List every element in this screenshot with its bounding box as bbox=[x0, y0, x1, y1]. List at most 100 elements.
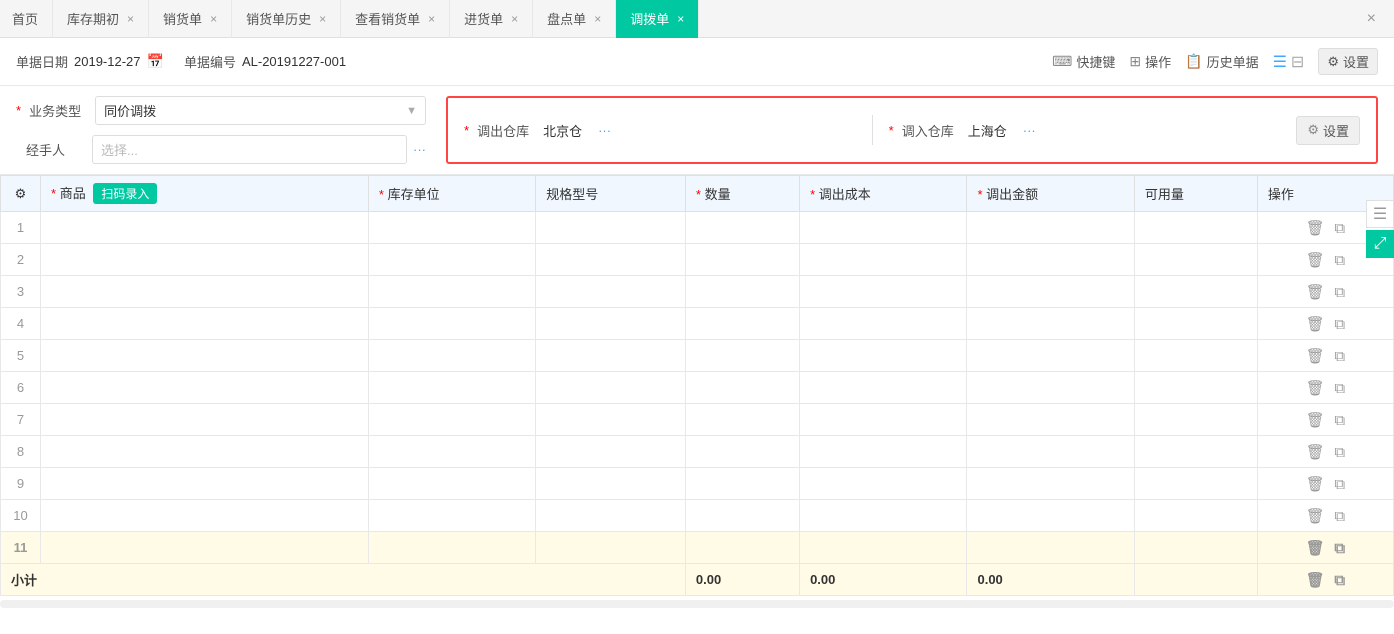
copy-icon[interactable]: ⧉ bbox=[1334, 316, 1345, 333]
list-view-icon[interactable]: ☰ bbox=[1273, 52, 1287, 72]
delete-icon[interactable]: 🗑 bbox=[1306, 380, 1325, 397]
tab-transfer-close[interactable]: × bbox=[677, 12, 684, 26]
cell-available[interactable] bbox=[1134, 212, 1257, 244]
cell-product[interactable] bbox=[41, 404, 369, 436]
cell-available[interactable] bbox=[1134, 500, 1257, 532]
cell-cost[interactable] bbox=[800, 372, 967, 404]
close-all-tabs[interactable]: × bbox=[1357, 10, 1386, 28]
copy-icon[interactable]: ⧉ bbox=[1334, 444, 1345, 461]
tab-home[interactable]: 首页 bbox=[8, 0, 53, 38]
cell-unit[interactable] bbox=[368, 436, 535, 468]
cell-amount[interactable] bbox=[967, 340, 1134, 372]
cell-spec[interactable] bbox=[536, 372, 686, 404]
cell-unit[interactable] bbox=[368, 404, 535, 436]
delete-icon[interactable]: 🗑 bbox=[1306, 476, 1325, 493]
cell-product[interactable] bbox=[41, 308, 369, 340]
business-type-select[interactable]: 同价调拨 ▼ bbox=[95, 96, 426, 125]
cell-cost[interactable] bbox=[800, 500, 967, 532]
cell-product[interactable] bbox=[41, 276, 369, 308]
cell-unit[interactable] bbox=[368, 468, 535, 500]
th-gear[interactable]: ⚙ bbox=[1, 176, 41, 212]
tab-sales-history-close[interactable]: × bbox=[319, 12, 326, 26]
copy-icon[interactable]: ⧉ bbox=[1334, 284, 1345, 301]
cell-product[interactable] bbox=[41, 340, 369, 372]
copy-icon[interactable]: ⧉ bbox=[1334, 540, 1345, 557]
tab-transfer[interactable]: 调拨单 × bbox=[616, 0, 699, 38]
cell-product[interactable] bbox=[41, 212, 369, 244]
cell-product[interactable] bbox=[41, 532, 369, 564]
horizontal-scrollbar[interactable] bbox=[0, 600, 1394, 608]
tab-sales-order[interactable]: 销货单 × bbox=[149, 0, 232, 38]
cell-product[interactable] bbox=[41, 372, 369, 404]
delete-icon[interactable]: 🗑 bbox=[1306, 284, 1325, 301]
float-list-btn[interactable]: ☰ bbox=[1366, 200, 1394, 228]
cell-available[interactable] bbox=[1134, 244, 1257, 276]
delete-icon[interactable]: 🗑 bbox=[1306, 220, 1325, 237]
cell-amount[interactable] bbox=[967, 308, 1134, 340]
cell-qty[interactable] bbox=[685, 276, 799, 308]
target-warehouse-more[interactable]: ··· bbox=[1023, 123, 1036, 138]
delete-icon-sub[interactable]: 🗑 bbox=[1306, 572, 1325, 589]
cell-spec[interactable] bbox=[536, 532, 686, 564]
warehouse-settings-button[interactable]: ⚙ 设置 bbox=[1296, 116, 1360, 145]
tab-inventory-init-close[interactable]: × bbox=[127, 12, 134, 26]
cell-amount[interactable] bbox=[967, 372, 1134, 404]
tab-sales-history[interactable]: 销货单历史 × bbox=[232, 0, 341, 38]
tab-sales-order-close[interactable]: × bbox=[210, 12, 217, 26]
cell-unit[interactable] bbox=[368, 308, 535, 340]
settings-button[interactable]: ⚙ 设置 bbox=[1318, 48, 1378, 75]
cell-qty[interactable] bbox=[685, 468, 799, 500]
cell-unit[interactable] bbox=[368, 500, 535, 532]
cell-amount[interactable] bbox=[967, 436, 1134, 468]
cell-spec[interactable] bbox=[536, 340, 686, 372]
cell-available[interactable] bbox=[1134, 532, 1257, 564]
cell-available[interactable] bbox=[1134, 340, 1257, 372]
cell-spec[interactable] bbox=[536, 500, 686, 532]
copy-icon[interactable]: ⧉ bbox=[1334, 380, 1345, 397]
source-warehouse-more[interactable]: ··· bbox=[598, 123, 611, 138]
cell-unit[interactable] bbox=[368, 276, 535, 308]
cell-amount[interactable] bbox=[967, 244, 1134, 276]
cell-cost[interactable] bbox=[800, 436, 967, 468]
cell-cost[interactable] bbox=[800, 404, 967, 436]
cell-spec[interactable] bbox=[536, 404, 686, 436]
cell-cost[interactable] bbox=[800, 468, 967, 500]
copy-icon-sub[interactable]: ⧉ bbox=[1334, 572, 1345, 589]
cell-qty[interactable] bbox=[685, 532, 799, 564]
cell-amount[interactable] bbox=[967, 500, 1134, 532]
cell-spec[interactable] bbox=[536, 276, 686, 308]
tab-view-sales-close[interactable]: × bbox=[428, 12, 435, 26]
cell-amount[interactable] bbox=[967, 468, 1134, 500]
copy-icon[interactable]: ⧉ bbox=[1334, 508, 1345, 525]
cell-amount[interactable] bbox=[967, 532, 1134, 564]
cell-spec[interactable] bbox=[536, 212, 686, 244]
cell-unit[interactable] bbox=[368, 340, 535, 372]
cell-product[interactable] bbox=[41, 500, 369, 532]
tab-inventory-check-close[interactable]: × bbox=[594, 12, 601, 26]
delete-icon[interactable]: 🗑 bbox=[1306, 444, 1325, 461]
cell-product[interactable] bbox=[41, 436, 369, 468]
cell-qty[interactable] bbox=[685, 212, 799, 244]
tab-purchase-close[interactable]: × bbox=[511, 12, 518, 26]
cell-unit[interactable] bbox=[368, 212, 535, 244]
cell-available[interactable] bbox=[1134, 308, 1257, 340]
shortcut-button[interactable]: ⌨ 快捷键 bbox=[1052, 52, 1115, 71]
delete-icon[interactable]: 🗑 bbox=[1306, 412, 1325, 429]
cell-cost[interactable] bbox=[800, 244, 967, 276]
cell-cost[interactable] bbox=[800, 308, 967, 340]
cell-spec[interactable] bbox=[536, 436, 686, 468]
delete-icon[interactable]: 🗑 bbox=[1306, 348, 1325, 365]
handler-input[interactable]: 选择... bbox=[92, 135, 407, 164]
cell-spec[interactable] bbox=[536, 244, 686, 276]
cell-available[interactable] bbox=[1134, 372, 1257, 404]
delete-icon[interactable]: 🗑 bbox=[1306, 252, 1325, 269]
delete-icon[interactable]: 🗑 bbox=[1306, 508, 1325, 525]
cell-amount[interactable] bbox=[967, 212, 1134, 244]
tab-inventory-check[interactable]: 盘点单 × bbox=[533, 0, 616, 38]
history-button[interactable]: 📋 历史单据 bbox=[1185, 52, 1258, 71]
grid-view-icon[interactable]: ⊟ bbox=[1291, 52, 1304, 72]
cell-cost[interactable] bbox=[800, 532, 967, 564]
cell-unit[interactable] bbox=[368, 244, 535, 276]
cell-qty[interactable] bbox=[685, 500, 799, 532]
scan-button[interactable]: 扫码录入 bbox=[93, 183, 157, 204]
